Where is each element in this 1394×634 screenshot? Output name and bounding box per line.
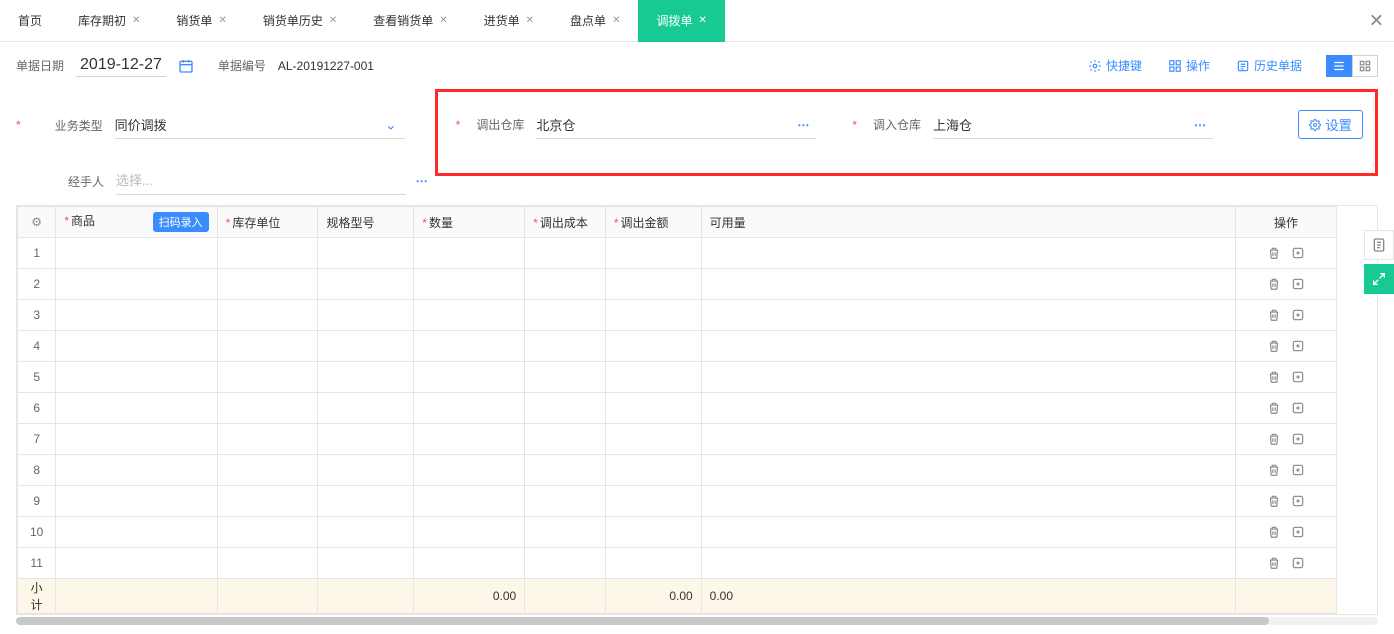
tab-bar: 首页 库存期初✕ 销货单✕ 销货单历史✕ 查看销货单✕ 进货单✕ 盘点单✕ 调拨… (0, 0, 1394, 42)
close-icon[interactable]: ✕ (526, 15, 534, 26)
biz-type-field[interactable]: * 业务类型 ⌄ (16, 111, 405, 139)
col-avail: 可用量 (701, 207, 1235, 238)
add-row-icon[interactable] (1291, 308, 1305, 322)
in-warehouse-field[interactable]: * 调入仓库 ⋯ (852, 111, 1213, 139)
calendar-icon[interactable] (178, 58, 194, 74)
more-icon[interactable]: ⋯ (797, 118, 810, 132)
delete-row-icon[interactable] (1267, 463, 1281, 477)
horizontal-scrollbar[interactable] (16, 617, 1378, 625)
doc-no-value: AL-20191227-001 (278, 59, 374, 73)
close-icon[interactable]: ✕ (439, 15, 447, 26)
delete-row-icon[interactable] (1267, 339, 1281, 353)
close-icon[interactable]: ✕ (218, 15, 226, 26)
table-row[interactable]: 2 (18, 269, 1337, 300)
side-expand-icon[interactable] (1364, 264, 1394, 294)
col-product: *商品扫码录入 (56, 207, 217, 238)
scan-badge[interactable]: 扫码录入 (153, 212, 209, 232)
tab-inventory-init[interactable]: 库存期初✕ (60, 0, 158, 42)
items-table: ⚙ *商品扫码录入 *库存单位 规格型号 *数量 *调出成本 *调出金额 可用量… (17, 206, 1337, 614)
settings-button[interactable]: 设置 (1298, 110, 1363, 139)
view-grid-icon[interactable] (1352, 55, 1378, 77)
subtotal-row: 小计 0.00 0.00 0.00 (18, 579, 1337, 614)
shortcut-link[interactable]: 快捷键 (1088, 57, 1142, 74)
doc-date-label: 单据日期 (16, 57, 64, 74)
tab-home[interactable]: 首页 (0, 0, 60, 42)
close-all-icon[interactable]: ✕ (1369, 10, 1384, 31)
tab-view-sales[interactable]: 查看销货单✕ (355, 0, 465, 42)
add-row-icon[interactable] (1291, 339, 1305, 353)
delete-row-icon[interactable] (1267, 432, 1281, 446)
gear-icon: ⚙ (31, 215, 42, 229)
chevron-down-icon[interactable]: ⌄ (385, 117, 397, 134)
tab-sales-order[interactable]: 销货单✕ (158, 0, 244, 42)
handler-field[interactable]: 经手人 ⋯ (16, 167, 435, 195)
tab-sales-history[interactable]: 销货单历史✕ (245, 0, 355, 42)
add-row-icon[interactable] (1291, 401, 1305, 415)
tab-transfer[interactable]: 调拨单✕ (638, 0, 724, 42)
add-row-icon[interactable] (1291, 432, 1305, 446)
tab-stocktake[interactable]: 盘点单✕ (552, 0, 638, 42)
table-row[interactable]: 8 (18, 455, 1337, 486)
col-cost: *调出成本 (525, 207, 606, 238)
col-settings[interactable]: ⚙ (18, 207, 56, 238)
table-row[interactable]: 5 (18, 362, 1337, 393)
delete-row-icon[interactable] (1267, 308, 1281, 322)
col-spec: 规格型号 (318, 207, 414, 238)
doc-date-value[interactable]: 2019-12-27 (76, 54, 166, 77)
col-amount: *调出金额 (605, 207, 701, 238)
handler-input[interactable] (116, 167, 406, 195)
highlighted-warehouse-box: * 调出仓库 ⋯ * 调入仓库 ⋯ 设置 (435, 89, 1378, 176)
close-icon[interactable]: ✕ (612, 15, 620, 26)
operate-link[interactable]: 操作 (1168, 57, 1210, 74)
close-icon[interactable]: ✕ (132, 15, 140, 26)
add-row-icon[interactable] (1291, 494, 1305, 508)
view-list-icon[interactable] (1326, 55, 1352, 77)
add-row-icon[interactable] (1291, 246, 1305, 260)
table-area: ⚙ *商品扫码录入 *库存单位 规格型号 *数量 *调出成本 *调出金额 可用量… (0, 205, 1394, 625)
delete-row-icon[interactable] (1267, 246, 1281, 260)
side-panel (1364, 230, 1394, 294)
biz-type-input[interactable] (115, 111, 405, 139)
doc-info-bar: 单据日期 2019-12-27 单据编号 AL-20191227-001 快捷键… (0, 42, 1394, 89)
delete-row-icon[interactable] (1267, 370, 1281, 384)
history-link[interactable]: 历史单据 (1236, 57, 1302, 74)
delete-row-icon[interactable] (1267, 556, 1281, 570)
add-row-icon[interactable] (1291, 556, 1305, 570)
more-icon[interactable]: ⋯ (416, 174, 429, 188)
delete-row-icon[interactable] (1267, 277, 1281, 291)
in-warehouse-input[interactable] (933, 111, 1213, 139)
tab-purchase[interactable]: 进货单✕ (466, 0, 552, 42)
table-row[interactable]: 9 (18, 486, 1337, 517)
col-qty: *数量 (414, 207, 525, 238)
out-warehouse-input[interactable] (536, 111, 816, 139)
form-area: * 业务类型 ⌄ 经手人 ⋯ * 调出仓库 ⋯ * 调入仓库 (0, 99, 1394, 195)
table-row[interactable]: 1 (18, 238, 1337, 269)
out-warehouse-field[interactable]: * 调出仓库 ⋯ (456, 111, 817, 139)
table-row[interactable]: 7 (18, 424, 1337, 455)
table-row[interactable]: 11 (18, 548, 1337, 579)
add-row-icon[interactable] (1291, 370, 1305, 384)
col-ops: 操作 (1236, 207, 1337, 238)
close-icon[interactable]: ✕ (698, 15, 706, 26)
table-row[interactable]: 4 (18, 331, 1337, 362)
add-row-icon[interactable] (1291, 525, 1305, 539)
delete-row-icon[interactable] (1267, 494, 1281, 508)
table-row[interactable]: 6 (18, 393, 1337, 424)
close-icon[interactable]: ✕ (329, 15, 337, 26)
delete-row-icon[interactable] (1267, 525, 1281, 539)
table-row[interactable]: 10 (18, 517, 1337, 548)
side-notes-icon[interactable] (1364, 230, 1394, 260)
doc-no-label: 单据编号 (218, 57, 266, 74)
more-icon[interactable]: ⋯ (1194, 118, 1207, 132)
add-row-icon[interactable] (1291, 463, 1305, 477)
delete-row-icon[interactable] (1267, 401, 1281, 415)
table-row[interactable]: 3 (18, 300, 1337, 331)
add-row-icon[interactable] (1291, 277, 1305, 291)
col-unit: *库存单位 (217, 207, 318, 238)
